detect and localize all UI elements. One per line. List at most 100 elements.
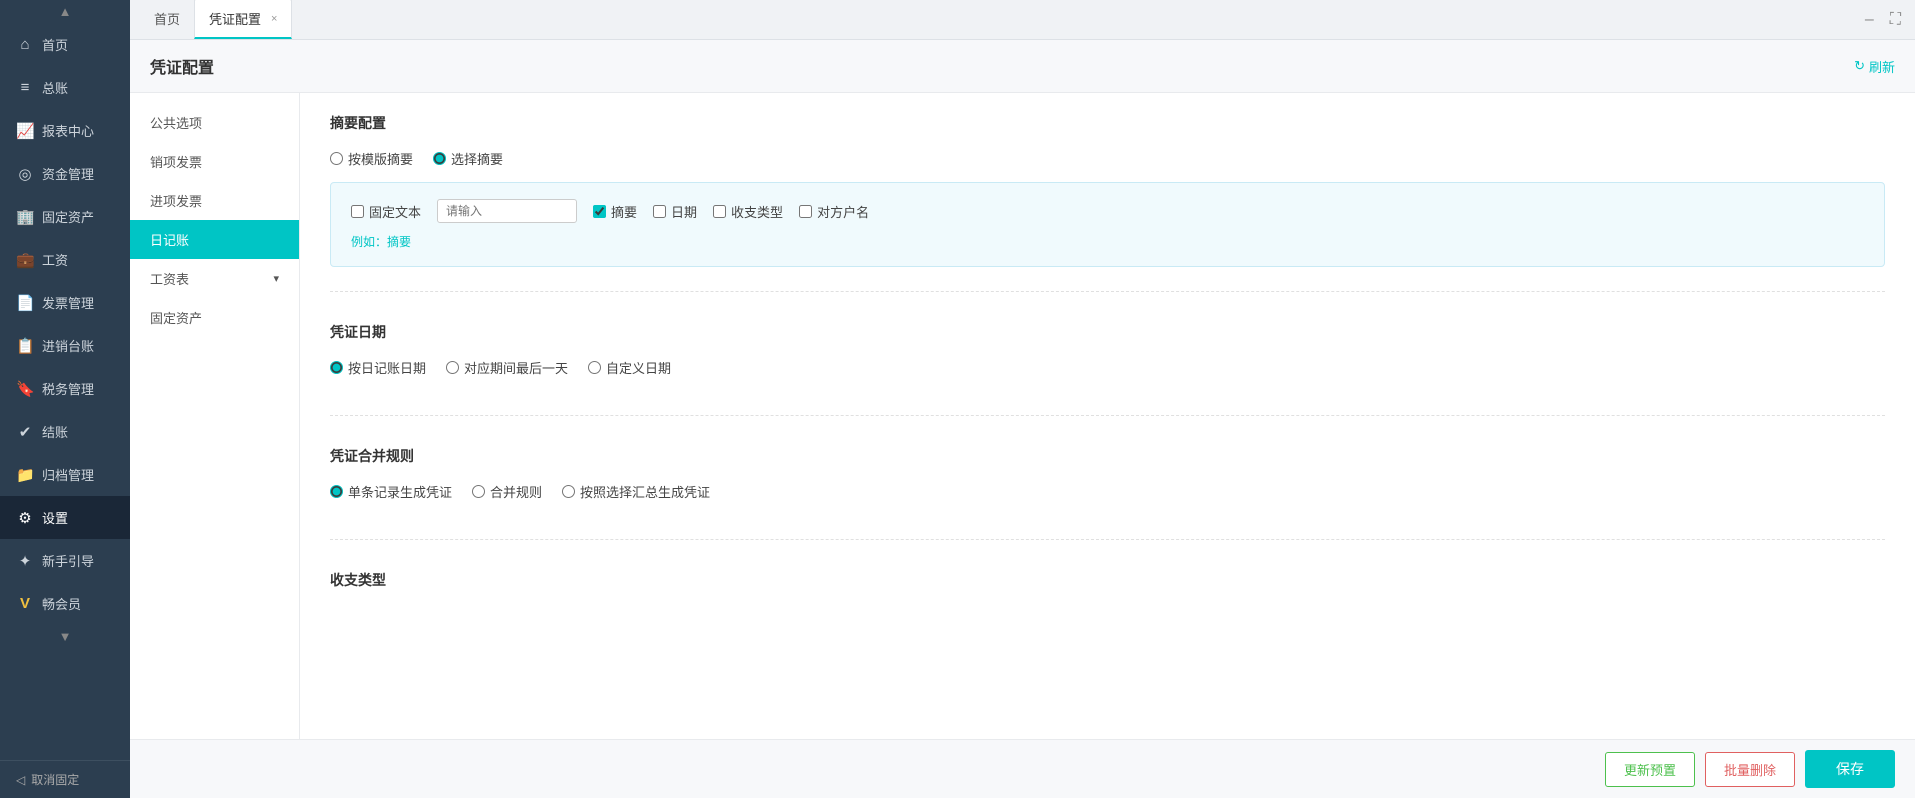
inner-layout: 公共选项 销项发票 进项发票 日记账 工资表 ▾ 固定资产 <box>130 93 1915 739</box>
settlement-icon: ✔ <box>16 423 34 441</box>
fixed-text-input[interactable] <box>437 199 577 223</box>
summary-config-section: 摘要配置 按模版摘要 选择摘要 <box>330 113 1885 292</box>
refresh-icon: ↻ <box>1854 58 1865 74</box>
sidebar-item-fixed-assets[interactable]: 🏢 固定资产 <box>0 195 130 238</box>
sidebar-item-invoice-mgmt[interactable]: 📄 发票管理 <box>0 281 130 324</box>
tab-voucher-config[interactable]: 凭证配置 × <box>194 0 292 39</box>
merge-rules-section: 凭证合并规则 单条记录生成凭证 合并规则 按照选择汇总生成凭证 <box>330 446 1885 540</box>
voucher-date-section: 凭证日期 按日记账日期 对应期间最后一天 自定义日期 <box>330 322 1885 416</box>
left-nav: 公共选项 销项发票 进项发票 日记账 工资表 ▾ 固定资产 <box>130 93 300 739</box>
fixed-assets-icon: 🏢 <box>16 208 34 226</box>
income-type-section: 收支类型 <box>330 570 1885 630</box>
radio-custom-date[interactable]: 自定义日期 <box>588 358 671 377</box>
checkbox-counterpart[interactable]: 对方户名 <box>799 202 869 221</box>
sidebar-item-settlement[interactable]: ✔ 结账 <box>0 410 130 453</box>
sidebar-item-tax-mgmt[interactable]: 🔖 税务管理 <box>0 367 130 410</box>
radio-select-summary[interactable]: 选择摘要 <box>433 149 503 168</box>
page-header: 凭证配置 ↻ 刷新 <box>130 40 1915 93</box>
sidebar-item-purchase-sales[interactable]: 📋 进销台账 <box>0 324 130 367</box>
merge-rules-radio-row: 单条记录生成凭证 合并规则 按照选择汇总生成凭证 <box>330 482 1885 501</box>
tab-bar: 首页 凭证配置 × – ⛶ <box>130 0 1915 40</box>
settings-icon: ⚙ <box>16 509 34 527</box>
sidebar-item-home[interactable]: ⌂ 首页 <box>0 23 130 66</box>
bottom-bar: 更新预置 批量删除 保存 <box>130 739 1915 798</box>
radio-journal-date[interactable]: 按日记账日期 <box>330 358 426 377</box>
sidebar-item-ledger[interactable]: ≡ 总账 <box>0 66 130 109</box>
reports-icon: 📈 <box>16 122 34 140</box>
checkbox-income-type[interactable]: 收支类型 <box>713 202 783 221</box>
update-preview-button[interactable]: 更新预置 <box>1605 752 1695 787</box>
tab-close-icon[interactable]: × <box>271 13 277 25</box>
checkbox-fixed-text[interactable]: 固定文本 <box>351 202 421 221</box>
home-icon: ⌂ <box>16 36 34 53</box>
merge-rules-title: 凭证合并规则 <box>330 446 1885 466</box>
summary-config-row: 固定文本 摘要 日期 <box>351 199 1864 223</box>
checkbox-summary[interactable]: 摘要 <box>593 202 637 221</box>
radio-single-record-input[interactable] <box>330 485 343 498</box>
sidebar-item-newbie[interactable]: ✦ 新手引导 <box>0 539 130 582</box>
sidebar-item-archive[interactable]: 📁 归档管理 <box>0 453 130 496</box>
voucher-date-title: 凭证日期 <box>330 322 1885 342</box>
checkbox-counterpart-input[interactable] <box>799 205 812 218</box>
left-nav-item-public[interactable]: 公共选项 <box>130 103 299 142</box>
archive-icon: 📁 <box>16 466 34 484</box>
tab-home[interactable]: 首页 <box>140 0 194 40</box>
summary-config-title: 摘要配置 <box>330 113 1885 133</box>
checkbox-date[interactable]: 日期 <box>653 202 697 221</box>
radio-aggregate-input[interactable] <box>562 485 575 498</box>
income-type-title: 收支类型 <box>330 570 1885 590</box>
minimize-button[interactable]: – <box>1861 9 1878 31</box>
radio-period-last-day[interactable]: 对应期间最后一天 <box>446 358 568 377</box>
refresh-button[interactable]: ↻ 刷新 <box>1854 57 1895 76</box>
vip-icon: V <box>16 595 34 612</box>
maximize-button[interactable]: ⛶ <box>1886 9 1905 31</box>
pin-icon: ◁ <box>16 773 25 787</box>
radio-aggregate[interactable]: 按照选择汇总生成凭证 <box>562 482 710 501</box>
newbie-icon: ✦ <box>16 552 34 570</box>
voucher-date-radio-row: 按日记账日期 对应期间最后一天 自定义日期 <box>330 358 1885 377</box>
batch-delete-button[interactable]: 批量删除 <box>1705 752 1795 787</box>
payroll-icon: 💼 <box>16 251 34 269</box>
purchase-sales-icon: 📋 <box>16 337 34 355</box>
left-nav-item-payroll-table[interactable]: 工资表 ▾ <box>130 259 299 298</box>
checkbox-fixed-text-input[interactable] <box>351 205 364 218</box>
checkbox-summary-input[interactable] <box>593 205 606 218</box>
checkbox-date-input[interactable] <box>653 205 666 218</box>
summary-radio-row: 按模版摘要 选择摘要 <box>330 149 1885 168</box>
left-nav-item-sales-invoice[interactable]: 销项发票 <box>130 142 299 181</box>
sidebar-item-funds[interactable]: ◎ 资金管理 <box>0 152 130 195</box>
sidebar-item-settings[interactable]: ⚙ 设置 <box>0 496 130 539</box>
radio-template-summary-input[interactable] <box>330 152 343 165</box>
sidebar-scroll-up[interactable]: ▲ <box>0 0 130 23</box>
summary-config-box: 固定文本 摘要 日期 <box>330 182 1885 267</box>
chevron-down-icon: ▾ <box>273 272 279 285</box>
funds-icon: ◎ <box>16 165 34 183</box>
ledger-icon: ≡ <box>16 79 34 96</box>
cancel-fixed-button[interactable]: ◁ 取消固定 <box>0 760 130 798</box>
left-nav-item-fixed-assets[interactable]: 固定资产 <box>130 298 299 337</box>
sidebar-item-vip[interactable]: V 畅会员 <box>0 582 130 625</box>
sidebar-item-payroll[interactable]: 💼 工资 <box>0 238 130 281</box>
left-nav-item-purchase-invoice[interactable]: 进项发票 <box>130 181 299 220</box>
checkbox-income-type-input[interactable] <box>713 205 726 218</box>
save-button[interactable]: 保存 <box>1805 750 1895 788</box>
radio-custom-date-input[interactable] <box>588 361 601 374</box>
sidebar: ▲ ⌂ 首页 ≡ 总账 📈 报表中心 ◎ 资金管理 🏢 固定资产 💼 工资 📄 … <box>0 0 130 798</box>
sidebar-item-reports[interactable]: 📈 报表中心 <box>0 109 130 152</box>
content-area: 凭证配置 ↻ 刷新 公共选项 销项发票 进项发票 日记账 <box>130 40 1915 798</box>
radio-merge-rule-input[interactable] <box>472 485 485 498</box>
main-area: 首页 凭证配置 × – ⛶ 凭证配置 ↻ 刷新 公共选项 <box>130 0 1915 798</box>
radio-merge-rule[interactable]: 合并规则 <box>472 482 542 501</box>
radio-single-record[interactable]: 单条记录生成凭证 <box>330 482 452 501</box>
radio-template-summary[interactable]: 按模版摘要 <box>330 149 413 168</box>
sidebar-scroll-down[interactable]: ▼ <box>0 625 130 648</box>
tab-bar-actions: – ⛶ <box>1861 9 1905 31</box>
left-nav-item-journal[interactable]: 日记账 <box>130 220 299 259</box>
radio-period-last-day-input[interactable] <box>446 361 459 374</box>
tax-mgmt-icon: 🔖 <box>16 380 34 398</box>
summary-preview: 例如：摘要 <box>351 233 1864 250</box>
right-panel: 摘要配置 按模版摘要 选择摘要 <box>300 93 1915 739</box>
radio-select-summary-input[interactable] <box>433 152 446 165</box>
page-title: 凭证配置 <box>150 54 214 78</box>
radio-journal-date-input[interactable] <box>330 361 343 374</box>
